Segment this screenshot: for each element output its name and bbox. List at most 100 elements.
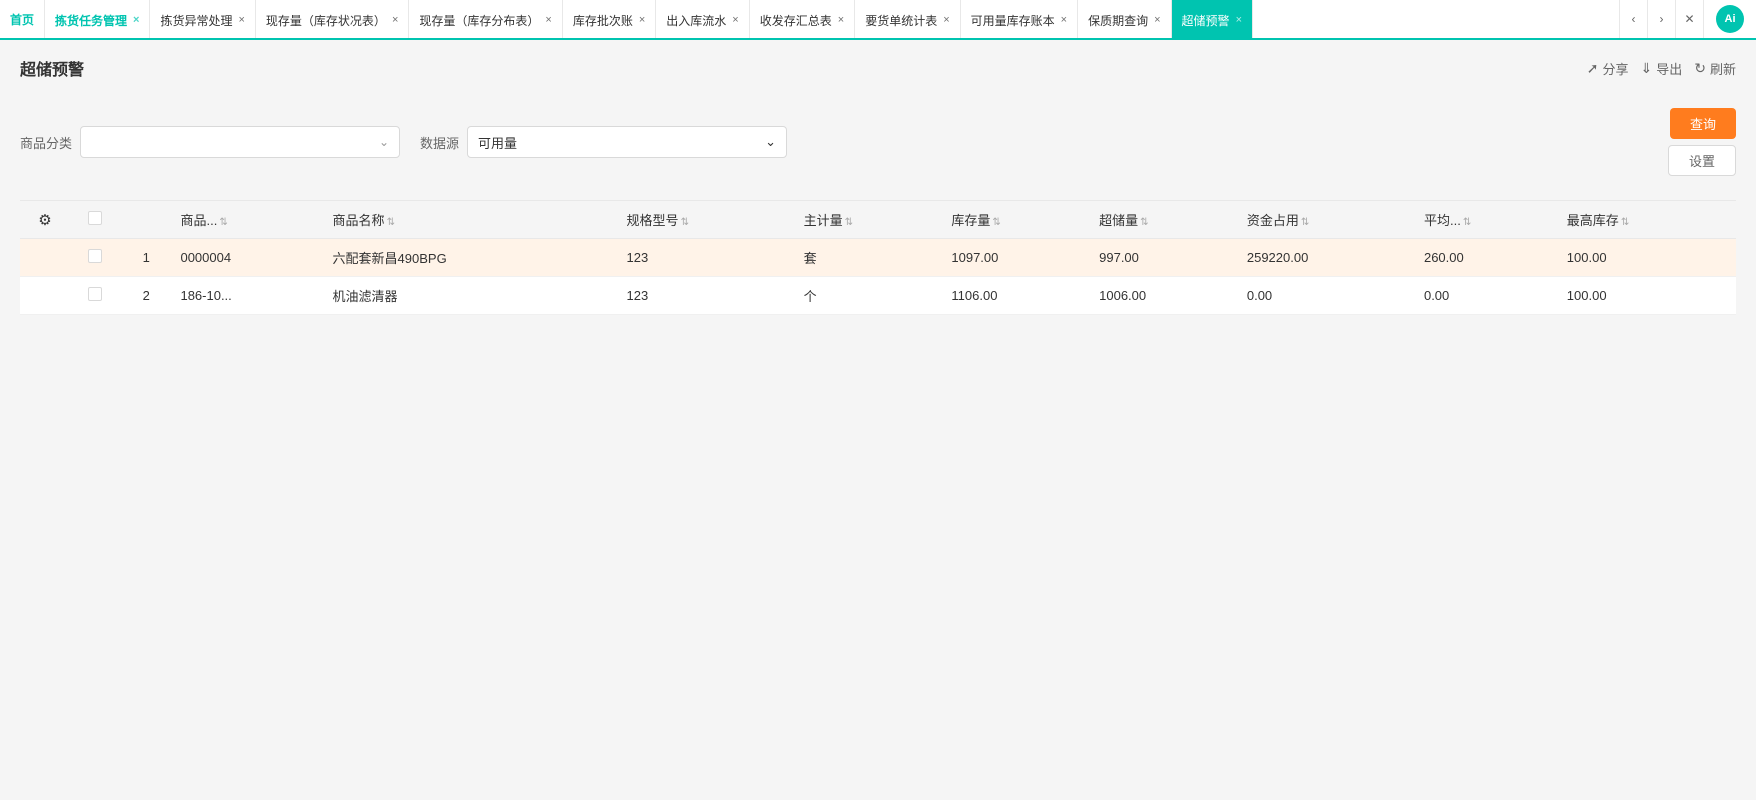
nav-tab-close-8[interactable]: × (1061, 14, 1067, 26)
cell-avg: 260.00 (1416, 239, 1559, 277)
nav-arrow-close[interactable]: ✕ (1676, 0, 1704, 39)
nav-tab-label-2: 现存量（库存状况表） (266, 12, 386, 29)
col-label-unit: 主计量 (804, 213, 843, 228)
sort-icon-unit: ⇅ (845, 217, 853, 228)
nav-tab-5[interactable]: 出入库流水 × (656, 0, 749, 38)
category-select[interactable]: ⌄ (80, 126, 400, 158)
settings-button[interactable]: 设置 (1668, 145, 1736, 176)
row-checkbox-0[interactable] (88, 249, 102, 263)
cell-overstock: 1006.00 (1091, 277, 1239, 315)
gear-icon[interactable]: ⚙ (38, 212, 51, 229)
nav-arrow-left[interactable]: ‹ (1620, 0, 1648, 39)
nav-tab-close-3[interactable]: × (545, 14, 551, 26)
col-label-spec: 规格型号 (627, 213, 679, 228)
cell-spec: 123 (619, 277, 796, 315)
nav-tab-2[interactable]: 现存量（库存状况表） × (256, 0, 409, 38)
nav-tab-close-5[interactable]: × (732, 14, 738, 26)
nav-tab-close-2[interactable]: × (392, 14, 398, 26)
datasource-chevron-icon: ⌄ (765, 134, 776, 150)
nav-tab-0[interactable]: 拣货任务管理 × (45, 0, 150, 38)
header-checkbox[interactable] (88, 211, 102, 225)
row-checkbox-1[interactable] (88, 287, 102, 301)
nav-arrow-right[interactable]: › (1648, 0, 1676, 39)
cell-capital: 259220.00 (1239, 239, 1416, 277)
nav-tab-close-0[interactable]: × (133, 14, 139, 26)
col-header-unit[interactable]: 主计量⇅ (796, 201, 944, 239)
nav-tab-home[interactable]: 首页 (0, 0, 45, 39)
table-row: 2186-10...机油滤清器123个1106.001006.000.000.0… (20, 277, 1736, 315)
category-chevron-icon: ⌄ (379, 135, 389, 149)
cell-row_num: 1 (120, 239, 172, 277)
user-avatar[interactable]: Ai (1716, 5, 1744, 33)
nav-tab-close-9[interactable]: × (1154, 14, 1160, 26)
nav-tab-7[interactable]: 要货单统计表× (855, 0, 960, 38)
filter-and-btn: 商品分类 ⌄ 数据源 可用量 ⌄ 查询 设置 (20, 108, 1736, 176)
cell-unit: 套 (796, 239, 944, 277)
nav-tab-10[interactable]: 超储预警 × (1172, 0, 1253, 38)
header-actions: ➚ 分享 ⇓ 导出 ↻ 刷新 (1587, 59, 1736, 78)
col-label-stock: 库存量 (951, 213, 990, 228)
nav-tab-close-4[interactable]: × (639, 14, 645, 26)
nav-tab-3[interactable]: 现存量（库存分布表） × (409, 0, 562, 38)
cell-max_stock: 100.00 (1559, 277, 1736, 315)
filter-bar: 商品分类 ⌄ 数据源 可用量 ⌄ 查询 设置 (20, 96, 1736, 188)
sort-icon-overstock: ⇅ (1140, 217, 1148, 228)
data-table: ⚙商品...⇅商品名称⇅规格型号⇅主计量⇅库存量⇅超储量⇅资金占用⇅平均...⇅… (20, 200, 1736, 315)
nav-tab-9[interactable]: 保质期查询 × (1078, 0, 1171, 38)
col-header-capital[interactable]: 资金占用⇅ (1239, 201, 1416, 239)
cell-row_num: 2 (120, 277, 172, 315)
category-label: 商品分类 (20, 133, 72, 152)
nav-tab-label-0: 拣货任务管理 (55, 12, 127, 29)
col-header-spec[interactable]: 规格型号⇅ (619, 201, 796, 239)
datasource-select-value: 可用量 (478, 133, 517, 152)
nav-tab-8[interactable]: 可用量库存账本× (961, 0, 1078, 38)
table-header: ⚙商品...⇅商品名称⇅规格型号⇅主计量⇅库存量⇅超储量⇅资金占用⇅平均...⇅… (20, 201, 1736, 239)
page-title: 超储预警 (20, 56, 84, 80)
cell-product_code: 186-10... (172, 277, 324, 315)
query-button[interactable]: 查询 (1670, 108, 1736, 139)
cell-gear (20, 239, 70, 277)
export-button[interactable]: ⇓ 导出 (1641, 59, 1683, 78)
sort-icon-product_code: ⇅ (219, 217, 227, 228)
nav-tab-label-1: 拣货异常处理 (160, 12, 232, 29)
datasource-filter: 数据源 可用量 ⌄ (420, 126, 787, 158)
col-label-overstock: 超储量 (1099, 213, 1138, 228)
col-header-avg[interactable]: 平均...⇅ (1416, 201, 1559, 239)
sort-icon-stock: ⇅ (992, 217, 1000, 228)
page-header: 超储预警 ➚ 分享 ⇓ 导出 ↻ 刷新 (20, 56, 1736, 80)
col-header-overstock[interactable]: 超储量⇅ (1091, 201, 1239, 239)
nav-tab-label-9: 保质期查询 (1088, 12, 1148, 29)
nav-tab-1[interactable]: 拣货异常处理 × (150, 0, 255, 38)
cell-gear (20, 277, 70, 315)
cell-product_code: 0000004 (172, 239, 324, 277)
nav-arrows: ‹ › ✕ (1619, 0, 1704, 39)
nav-tab-close-10[interactable]: × (1236, 14, 1242, 26)
cell-capital: 0.00 (1239, 277, 1416, 315)
col-header-stock[interactable]: 库存量⇅ (943, 201, 1091, 239)
nav-tab-4[interactable]: 库存批次账× (563, 0, 656, 38)
nav-tab-label-3: 现存量（库存分布表） (419, 12, 539, 29)
col-label-max_stock: 最高库存 (1567, 213, 1619, 228)
nav-tab-label-6: 收发存汇总表 (760, 12, 832, 29)
col-header-max_stock[interactable]: 最高库存⇅ (1559, 201, 1736, 239)
cell-overstock: 997.00 (1091, 239, 1239, 277)
nav-tab-6[interactable]: 收发存汇总表 × (750, 0, 855, 38)
datasource-select[interactable]: 可用量 ⌄ (467, 126, 787, 158)
nav-tab-label-5: 出入库流水 (666, 12, 726, 29)
col-header-product_name[interactable]: 商品名称⇅ (325, 201, 619, 239)
nav-tab-close-7[interactable]: × (943, 14, 949, 26)
refresh-button[interactable]: ↻ 刷新 (1694, 59, 1736, 78)
cell-product_name: 六配套新昌490BPG (325, 239, 619, 277)
col-header-product_code[interactable]: 商品...⇅ (172, 201, 324, 239)
top-navigation: 首页 拣货任务管理×拣货异常处理×现存量（库存状况表）×现存量（库存分布表）×库… (0, 0, 1756, 40)
nav-tab-label-10: 超储预警 (1182, 12, 1230, 29)
nav-tab-close-1[interactable]: × (238, 14, 244, 26)
sort-icon-product_name: ⇅ (387, 217, 395, 228)
share-button[interactable]: ➚ 分享 (1587, 59, 1629, 78)
nav-tab-close-6[interactable]: × (838, 14, 844, 26)
col-header-checkbox (70, 201, 120, 239)
cell-stock: 1106.00 (943, 277, 1091, 315)
col-label-capital: 资金占用 (1247, 213, 1299, 228)
category-filter: 商品分类 ⌄ (20, 126, 400, 158)
datasource-label: 数据源 (420, 133, 459, 152)
